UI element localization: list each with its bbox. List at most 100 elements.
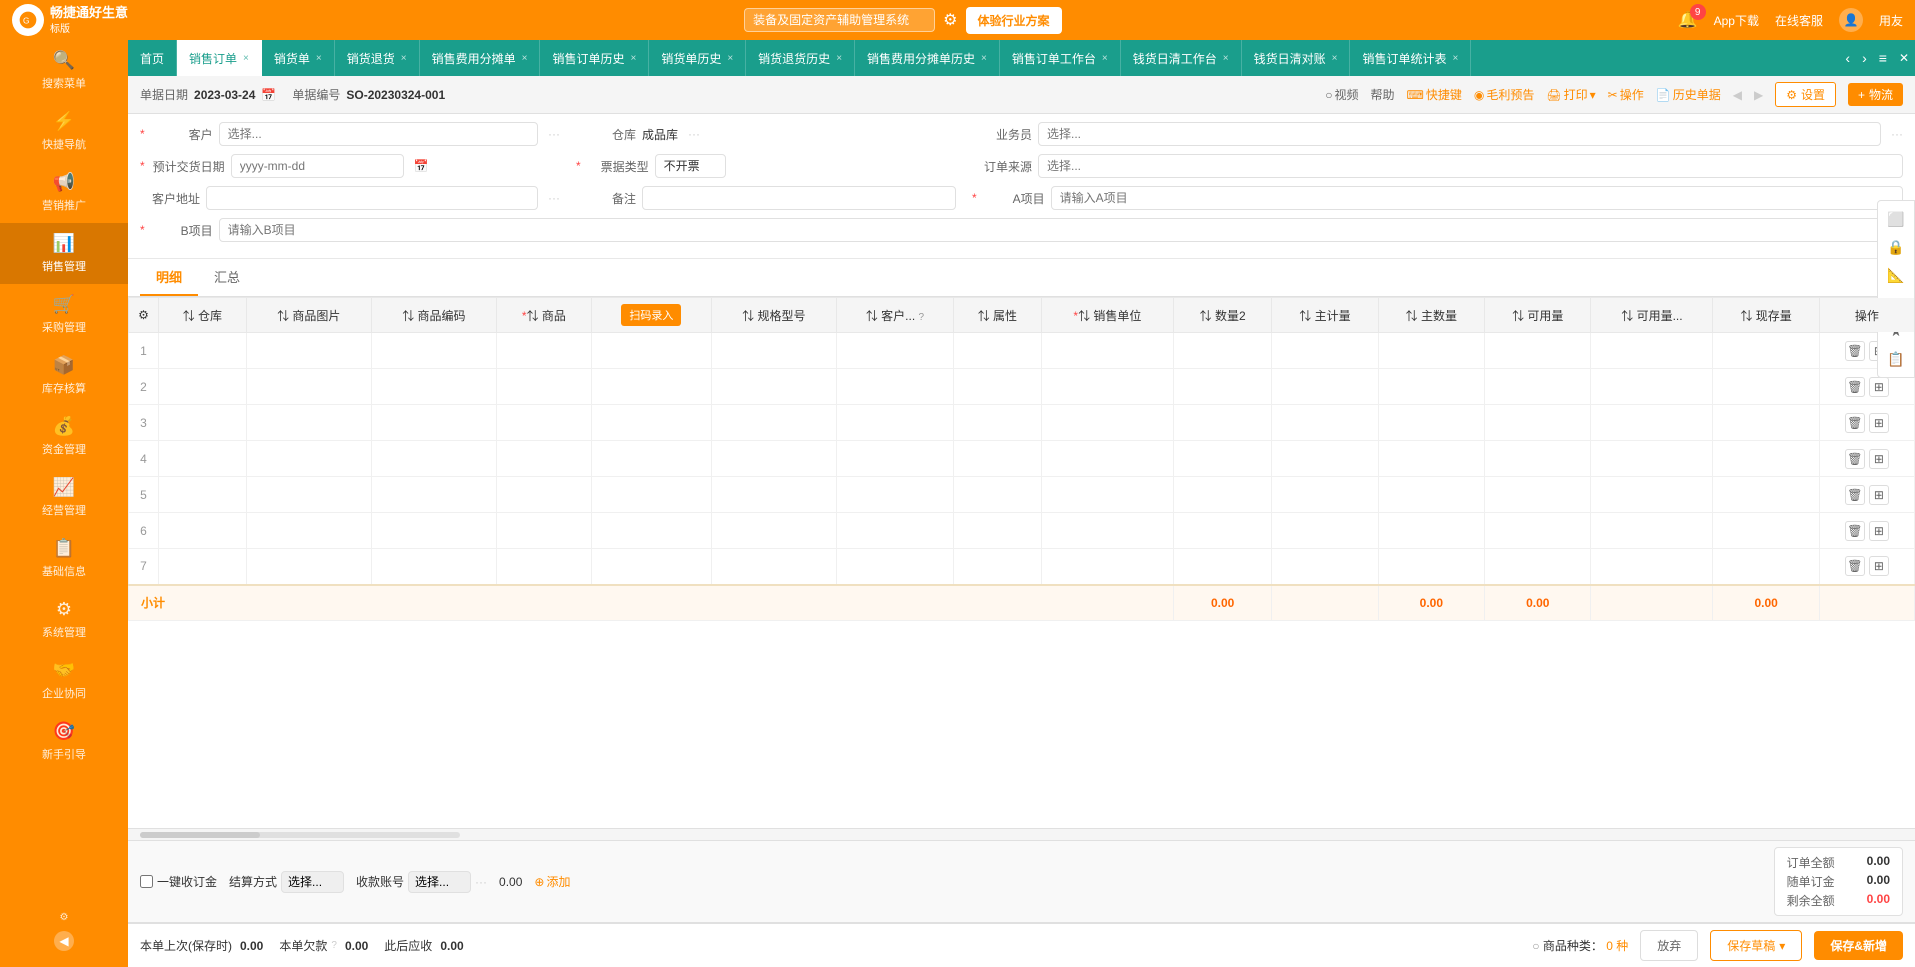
th-customer-code[interactable]: ⇅ 客户... ? [836,298,953,333]
tab-close-all[interactable]: ✕ [1893,40,1915,76]
auto-collect-label[interactable]: 一键收订金 [157,873,217,890]
account-more[interactable]: ··· [475,875,487,889]
detail-tab-1[interactable]: 汇总 [198,259,256,296]
delivery-calendar-icon[interactable]: 📅 [414,159,429,173]
th-spec[interactable]: ⇅ 规格型号 [711,298,836,333]
tab-close-2[interactable]: × [316,53,322,64]
th-qty2[interactable]: ⇅ 数量2 [1174,298,1272,333]
tab-8[interactable]: 销售费用分摊单历史× [855,40,1000,76]
scan-button[interactable]: 扫码录入 [621,304,681,326]
operation-action[interactable]: ✂ 操作 [1608,86,1644,103]
th-code[interactable]: ⇅ 商品编码 [371,298,496,333]
history-action[interactable]: 📄 历史单据 [1656,86,1721,103]
row-delete-btn[interactable]: 🗑 [1845,556,1865,576]
th-scan[interactable]: 扫码录入 [591,298,711,333]
sidebar-item-8[interactable]: 📋基础信息 [0,528,128,589]
tab-close-6[interactable]: × [727,53,733,64]
gear-icon[interactable]: ⚙ [943,10,957,30]
delivery-input[interactable] [231,154,404,178]
invoice-select[interactable]: 不开票 [655,154,726,178]
staff-more[interactable]: ··· [1891,127,1903,141]
address-more[interactable]: ··· [548,191,560,205]
tab-close-5[interactable]: × [630,53,636,64]
row-copy-btn[interactable]: ⊞ [1869,521,1889,541]
notification-bell[interactable]: 🔔 9 [1678,10,1698,30]
order-source-input[interactable] [1038,154,1903,178]
th-main-qty[interactable]: ⇅ 主数量 [1378,298,1484,333]
settings-bottom[interactable]: ⚙ [60,912,69,923]
print-action[interactable]: 🖨 打印 ▾ [1546,86,1595,103]
product-count-icon[interactable]: ○ [1532,939,1539,953]
tab-5[interactable]: 销售订单历史× [540,40,649,76]
auto-collect-checkbox[interactable] [140,875,153,888]
setting-button[interactable]: ⚙ 设置 [1775,82,1836,107]
sidebar-item-11[interactable]: 🎯新手引导 [0,711,128,772]
sidebar-item-3[interactable]: 📊销售管理 [0,223,128,284]
profit-action[interactable]: ◉ 毛利预告 [1474,86,1535,103]
row-delete-btn[interactable]: 🗑 [1845,449,1865,469]
pay-method-select[interactable]: 选择... [281,871,344,893]
th-available2[interactable]: ⇅ 可用量... [1591,298,1713,333]
row-copy-btn[interactable]: ⊞ [1869,449,1889,469]
nav-prev[interactable]: ◀ [1733,88,1742,102]
tab-close-7[interactable]: × [836,53,842,64]
tab-10[interactable]: 钱货日清工作台× [1121,40,1242,76]
add-footer-btn[interactable]: ⊕ 添加 [534,873,570,890]
right-icon-2[interactable]: 🔒 [1882,233,1910,261]
row-copy-btn[interactable]: ⊞ [1869,485,1889,505]
warehouse-more[interactable]: ··· [688,127,700,141]
customer-input[interactable] [219,122,538,146]
sidebar-item-1[interactable]: ⚡快捷导航 [0,101,128,162]
row-delete-btn[interactable]: 🗑 [1845,485,1865,505]
sidebar-item-0[interactable]: 🔍搜索菜单 [0,40,128,101]
right-icon-1[interactable]: ⬜ [1882,205,1910,233]
tab-close-1[interactable]: × [243,53,249,64]
tab-2[interactable]: 销货单× [262,40,335,76]
th-attr[interactable]: ⇅ 属性 [954,298,1042,333]
date-value[interactable]: 2023-03-24 [194,88,255,102]
tab-close-4[interactable]: × [522,53,528,64]
tab-6[interactable]: 销货单历史× [649,40,746,76]
tab-menu[interactable]: ≡ [1873,40,1893,76]
staff-input[interactable] [1038,122,1881,146]
tab-close-3[interactable]: × [401,53,407,64]
detail-tab-0[interactable]: 明细 [140,259,198,296]
tab-next[interactable]: › [1856,40,1873,76]
right-icon-6[interactable]: 📋 [1882,345,1910,373]
shortcut-action[interactable]: ⌨ 快捷键 [1407,86,1462,103]
save-draft-chevron[interactable]: ▾ [1779,939,1785,953]
add-item-button[interactable]: + 物流 [1848,83,1903,106]
row-delete-btn[interactable]: 🗑 [1845,521,1865,541]
sidebar-item-2[interactable]: 📢营销推广 [0,162,128,223]
online-service-link[interactable]: 在线客服 [1775,12,1823,29]
tab-3[interactable]: 销货退货× [335,40,420,76]
tab-prev[interactable]: ‹ [1839,40,1856,76]
th-settings[interactable]: ⚙ [129,298,159,333]
next-help[interactable]: ? [331,940,337,951]
a-project-input[interactable] [1051,186,1903,210]
sidebar-item-7[interactable]: 📈经营管理 [0,467,128,528]
save-new-button[interactable]: 保存&新增 [1814,931,1903,960]
warehouse-value[interactable]: 成品库 [642,126,678,143]
tab-7[interactable]: 销货退货历史× [746,40,855,76]
th-unit[interactable]: *⇅ 销售单位 [1041,298,1173,333]
sidebar-item-4[interactable]: 🛒采购管理 [0,284,128,345]
sidebar-expand[interactable]: ◀ [54,931,74,951]
tab-close-9[interactable]: × [1102,53,1108,64]
view-action[interactable]: ○ 视频 [1325,86,1358,103]
th-stock[interactable]: ⇅ 现存量 [1713,298,1819,333]
account-select[interactable]: 选择... [408,871,471,893]
user-name[interactable]: 用友 [1879,12,1903,29]
sidebar-item-10[interactable]: 🤝企业协同 [0,650,128,711]
remark-input[interactable] [642,186,956,210]
th-main-unit[interactable]: ⇅ 主计量 [1272,298,1378,333]
row-delete-btn[interactable]: 🗑 [1845,377,1865,397]
system-select[interactable]: 装备及固定资产辅助管理系统 [744,8,935,32]
row-delete-btn[interactable]: 🗑 [1845,413,1865,433]
th-product[interactable]: *⇅ 商品 [496,298,591,333]
tab-close-10[interactable]: × [1223,53,1229,64]
th-warehouse[interactable]: ⇅ 仓库 [159,298,247,333]
help-action[interactable]: 帮助 [1371,86,1395,103]
discard-button[interactable]: 放弃 [1640,930,1698,961]
calendar-icon[interactable]: 📅 [261,88,276,102]
